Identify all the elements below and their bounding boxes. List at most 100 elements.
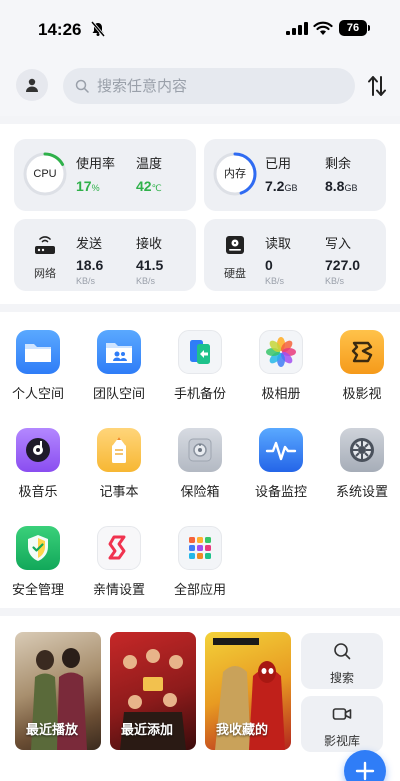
app-phone-backup[interactable]: 手机备份 [162, 330, 238, 402]
phone-backup-icon [178, 330, 222, 374]
team-folder-icon [97, 330, 141, 374]
battery-level: 76 [339, 20, 367, 36]
app-family-settings[interactable]: 亲情设置 [81, 526, 157, 598]
app-security[interactable]: 安全管理 [0, 526, 76, 598]
app-device-monitor[interactable]: 设备监控 [243, 428, 319, 500]
app-label: 极相册 [261, 386, 301, 401]
hard-disk-icon [226, 236, 244, 254]
network-recv-label: 接收 [136, 236, 163, 251]
app-label: 极音乐 [18, 484, 58, 499]
disk-write-label: 写入 [325, 236, 352, 251]
memory-ring-label: 内存 [224, 168, 246, 180]
network-recv-col: 接收 41.5 KB/s [136, 233, 163, 286]
recent-play-card[interactable]: 最近播放 [15, 632, 101, 750]
cpu-temp-col: 温度 42℃ [136, 153, 162, 194]
app-all-apps[interactable]: 全部应用 [162, 526, 238, 598]
app-photos[interactable]: 极相册 [243, 330, 319, 402]
disk-read-unit: KB/s [265, 276, 285, 286]
system-stats-panel: CPU 使用率 17% 温度 42℃ 内存 已用 7.2GB 剩余 8.8GB [0, 124, 400, 304]
app-personal-space[interactable]: 个人空间 [0, 330, 76, 402]
router-icon [35, 236, 55, 254]
app-label: 设备监控 [254, 484, 307, 499]
clock: 14:26 [38, 20, 82, 39]
search-bar[interactable] [63, 68, 355, 104]
memory-used-value: 7.2GB [265, 178, 298, 194]
app-label: 亲情设置 [92, 582, 145, 597]
favorites-label: 我收藏的 [216, 722, 269, 737]
disk-read-label: 读取 [265, 236, 292, 251]
network-icon-label: 网络 [34, 268, 56, 280]
settings-icon [340, 428, 384, 472]
user-icon [26, 78, 38, 92]
sort-icon[interactable] [366, 74, 388, 98]
folder-icon [16, 330, 60, 374]
app-label: 记事本 [99, 484, 139, 499]
media-search-button[interactable]: 搜索 [301, 633, 383, 689]
cpu-ring-label: CPU [33, 168, 57, 180]
search-icon [334, 643, 351, 660]
status-bar: 14:26 76 [0, 0, 400, 60]
app-label: 保险箱 [180, 484, 220, 499]
music-icon [16, 428, 60, 472]
app-safe[interactable]: 保险箱 [162, 428, 238, 500]
photos-icon [259, 330, 303, 374]
app-video[interactable]: 极影视 [324, 330, 400, 402]
notepad-icon [97, 428, 141, 472]
favorites-card[interactable]: 我收藏的 [205, 632, 291, 750]
video-library-label: 影视库 [323, 734, 360, 748]
network-send-unit: KB/s [76, 276, 96, 286]
family-icon [97, 526, 141, 570]
disk-write-col: 写入 727.0 KB/s [325, 233, 360, 286]
memory-free-label: 剩余 [325, 156, 352, 171]
shield-icon [16, 526, 60, 570]
video-icon [340, 330, 384, 374]
network-recv-value: 41.5 [136, 257, 164, 273]
cpu-usage-value: 17% [76, 178, 100, 194]
cpu-usage-label: 使用率 [76, 156, 116, 171]
disk-read-value: 0 [265, 257, 273, 273]
app-notepad[interactable]: 记事本 [81, 428, 157, 500]
memory-free-value: 8.8GB [325, 178, 358, 194]
app-label: 安全管理 [11, 582, 64, 597]
network-send-col: 发送 18.6 KB/s [76, 233, 103, 286]
memory-free-col: 剩余 8.8GB [325, 153, 357, 194]
safe-icon [178, 428, 222, 472]
app-system-settings[interactable]: 系统设置 [324, 428, 400, 500]
recent-add-card[interactable]: 最近添加 [110, 632, 196, 750]
media-search-label: 搜索 [329, 671, 354, 685]
memory-card[interactable]: 内存 已用 7.2GB 剩余 8.8GB [204, 139, 386, 211]
app-team-space[interactable]: 团队空间 [81, 330, 157, 402]
disk-icon-label: 硬盘 [224, 268, 246, 280]
app-label: 团队空间 [92, 386, 145, 401]
cpu-usage-col: 使用率 17% [76, 153, 115, 194]
monitor-icon [259, 428, 303, 472]
app-label: 系统设置 [335, 484, 388, 499]
search-input[interactable] [97, 77, 337, 95]
cpu-card[interactable]: CPU 使用率 17% 温度 42℃ [14, 139, 196, 211]
plus-icon [355, 761, 375, 781]
app-grid: 个人空间 团队空间 手机备份 极相册 极影视 极音乐 记事本 保险箱 设备监控 … [0, 312, 400, 608]
cpu-temp-value: 42℃ [136, 178, 162, 194]
silent-bell-icon [90, 21, 106, 37]
top-bar [0, 60, 400, 116]
disk-card[interactable]: 硬盘 读取 0 KB/s 写入 727.0 KB/s [204, 219, 386, 291]
network-send-label: 发送 [76, 236, 103, 251]
all-apps-icon [178, 526, 222, 570]
cellular-signal-icon [286, 22, 308, 35]
memory-used-label: 已用 [265, 156, 292, 171]
disk-read-col: 读取 0 KB/s [265, 233, 291, 286]
network-recv-unit: KB/s [136, 276, 156, 286]
app-label: 个人空间 [11, 386, 64, 401]
video-camera-icon [332, 708, 352, 720]
media-section: 最近播放 最近添加 我收藏的 搜索 影视库 [0, 616, 400, 781]
recent-add-label: 最近添加 [121, 722, 174, 737]
avatar[interactable] [16, 69, 48, 101]
network-card[interactable]: 网络 发送 18.6 KB/s 接收 41.5 KB/s [14, 219, 196, 291]
battery-tip [368, 25, 370, 31]
app-label: 极影视 [342, 386, 382, 401]
video-library-button[interactable]: 影视库 [301, 696, 383, 752]
search-icon [75, 79, 89, 93]
app-music[interactable]: 极音乐 [0, 428, 76, 500]
app-label: 手机备份 [173, 386, 226, 401]
disk-write-value: 727.0 [325, 257, 361, 273]
